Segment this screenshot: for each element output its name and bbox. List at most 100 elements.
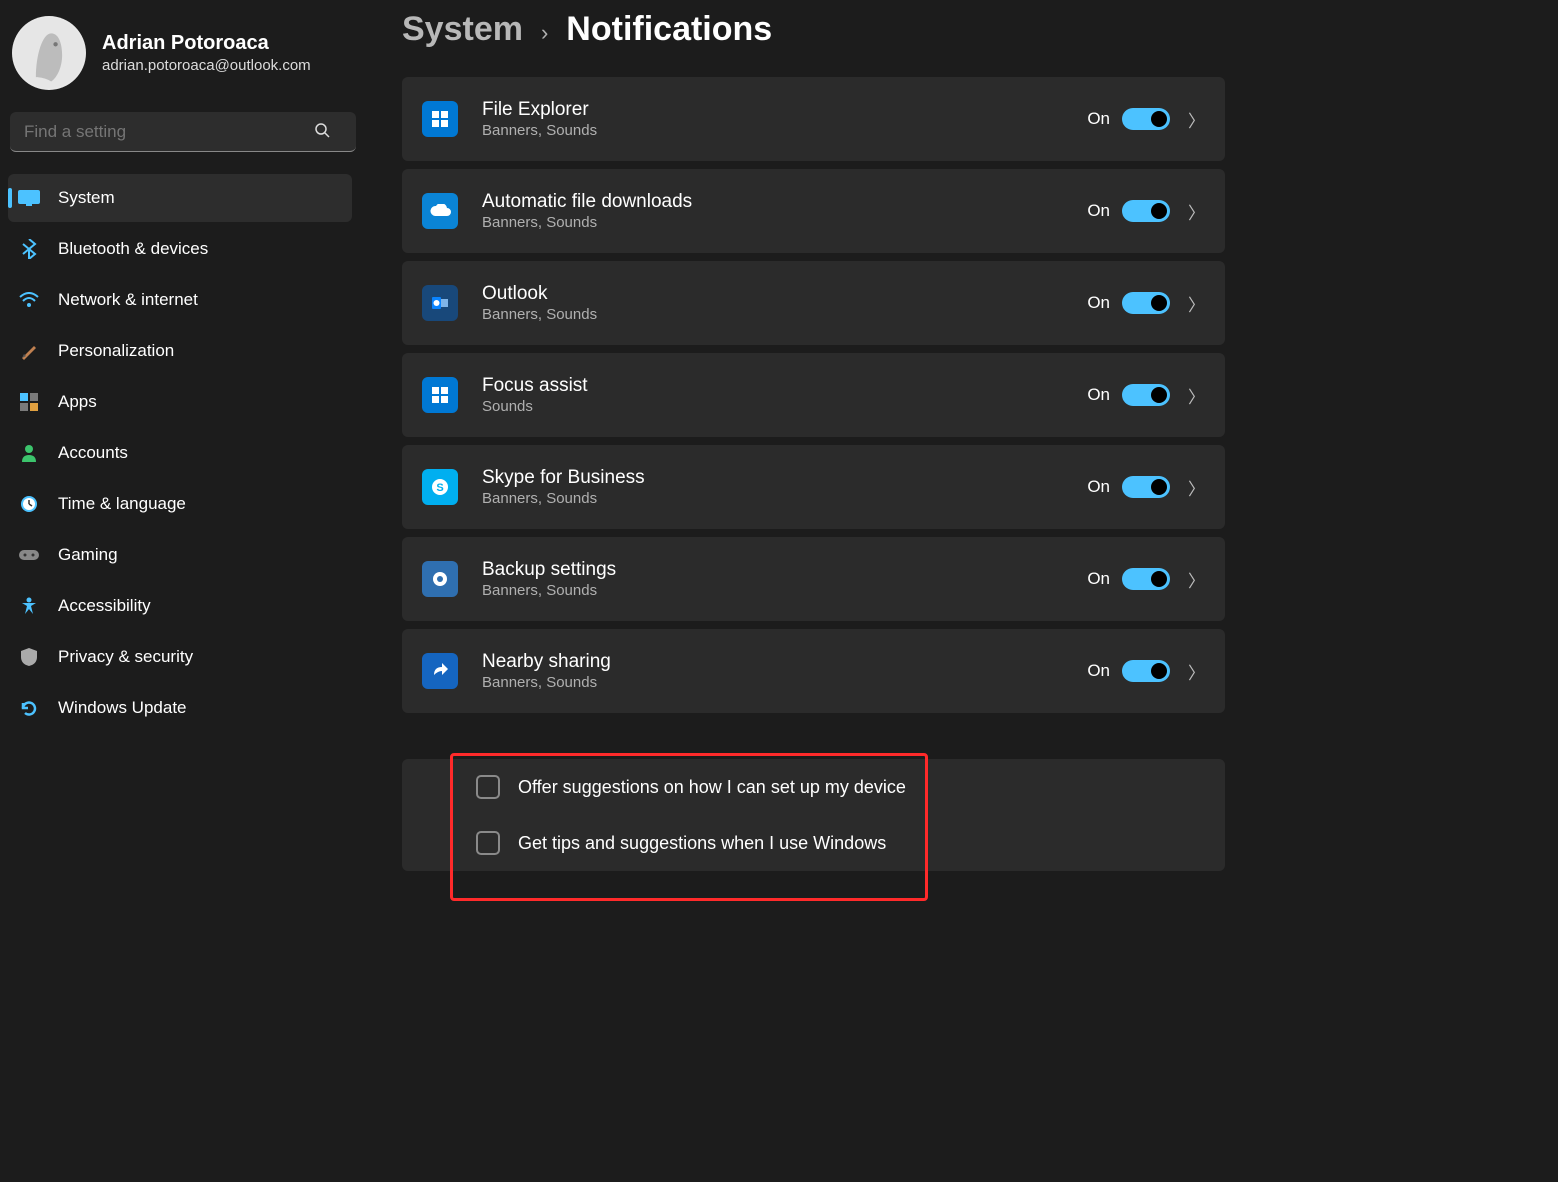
nav-gaming[interactable]: Gaming (8, 531, 352, 579)
search-input[interactable] (10, 112, 356, 152)
app-title: File Explorer (482, 99, 1087, 121)
share-icon (422, 653, 458, 689)
access-icon (18, 595, 40, 617)
file-explorer-icon (422, 101, 458, 137)
toggle-state: On (1087, 569, 1110, 589)
toggle-switch[interactable] (1122, 384, 1170, 406)
toggle-switch[interactable] (1122, 568, 1170, 590)
toggle-state: On (1087, 109, 1110, 129)
cloud-icon (422, 193, 458, 229)
nav-label: Gaming (58, 545, 118, 565)
nav-label: Personalization (58, 341, 174, 361)
app-title: Automatic file downloads (482, 191, 1087, 213)
nav-label: Windows Update (58, 698, 187, 718)
app-row-file-explorer[interactable]: File Explorer Banners, Sounds On 〉 (402, 77, 1225, 161)
nav-update[interactable]: Windows Update (8, 684, 352, 732)
app-title: Backup settings (482, 559, 1087, 581)
nav-time[interactable]: Time & language (8, 480, 352, 528)
toggle-switch[interactable] (1122, 108, 1170, 130)
app-subtitle: Banners, Sounds (482, 122, 1087, 139)
nav-label: Privacy & security (58, 647, 193, 667)
checkbox-row-setup-suggestions[interactable]: Offer suggestions on how I can set up my… (402, 759, 1225, 815)
chevron-right-icon: 〉 (1188, 107, 1205, 132)
bluetooth-icon (18, 238, 40, 260)
clock-icon (18, 493, 40, 515)
gear-icon (422, 561, 458, 597)
toggle-state: On (1087, 385, 1110, 405)
app-title: Nearby sharing (482, 651, 1087, 673)
profile-email: adrian.potoroaca@outlook.com (102, 57, 311, 74)
checkbox-row-tips[interactable]: Get tips and suggestions when I use Wind… (402, 815, 1225, 871)
outlook-icon (422, 285, 458, 321)
chevron-right-icon: › (541, 20, 548, 46)
toggle-switch[interactable] (1122, 292, 1170, 314)
nav: System Bluetooth & devices Network & int… (0, 168, 360, 741)
chevron-right-icon: 〉 (1188, 659, 1205, 684)
nav-accessibility[interactable]: Accessibility (8, 582, 352, 630)
update-icon (18, 697, 40, 719)
chevron-right-icon: 〉 (1188, 567, 1205, 592)
game-icon (18, 544, 40, 566)
nav-network[interactable]: Network & internet (8, 276, 352, 324)
app-row-nearby-sharing[interactable]: Nearby sharing Banners, Sounds On 〉 (402, 629, 1225, 713)
app-row-skype[interactable]: S Skype for Business Banners, Sounds On … (402, 445, 1225, 529)
breadcrumb-current: Notifications (566, 10, 772, 49)
nav-apps[interactable]: Apps (8, 378, 352, 426)
profile-block[interactable]: Adrian Potoroaca adrian.potoroaca@outloo… (0, 10, 360, 108)
app-title: Focus assist (482, 375, 1087, 397)
sidebar: Adrian Potoroaca adrian.potoroaca@outloo… (0, 0, 360, 945)
avatar (12, 16, 86, 90)
avatar-icon (14, 18, 84, 88)
app-subtitle: Banners, Sounds (482, 490, 1087, 507)
search-wrap (0, 108, 360, 168)
nav-label: Bluetooth & devices (58, 239, 208, 259)
toggle-state: On (1087, 201, 1110, 221)
checkbox[interactable] (476, 831, 500, 855)
checkbox[interactable] (476, 775, 500, 799)
focus-assist-icon (422, 377, 458, 413)
toggle-switch[interactable] (1122, 660, 1170, 682)
chevron-right-icon: 〉 (1188, 475, 1205, 500)
nav-label: Apps (58, 392, 97, 412)
nav-accounts[interactable]: Accounts (8, 429, 352, 477)
profile-name: Adrian Potoroaca (102, 32, 311, 55)
chevron-right-icon: 〉 (1188, 291, 1205, 316)
search-icon (314, 122, 330, 142)
app-subtitle: Banners, Sounds (482, 674, 1087, 691)
notification-app-list: File Explorer Banners, Sounds On 〉 Autom… (402, 77, 1225, 713)
app-subtitle: Sounds (482, 398, 1087, 415)
nav-label: Time & language (58, 494, 186, 514)
nav-privacy[interactable]: Privacy & security (8, 633, 352, 681)
breadcrumb-parent[interactable]: System (402, 10, 523, 49)
app-subtitle: Banners, Sounds (482, 214, 1087, 231)
toggle-switch[interactable] (1122, 200, 1170, 222)
app-title: Outlook (482, 283, 1087, 305)
app-title: Skype for Business (482, 467, 1087, 489)
nav-bluetooth[interactable]: Bluetooth & devices (8, 225, 352, 273)
skype-icon: S (422, 469, 458, 505)
nav-system[interactable]: System (8, 174, 352, 222)
toggle-switch[interactable] (1122, 476, 1170, 498)
nav-label: System (58, 188, 115, 208)
svg-text:S: S (436, 482, 443, 494)
nav-personalization[interactable]: Personalization (8, 327, 352, 375)
app-row-auto-downloads[interactable]: Automatic file downloads Banners, Sounds… (402, 169, 1225, 253)
nav-label: Accessibility (58, 596, 151, 616)
chevron-right-icon: 〉 (1188, 383, 1205, 408)
toggle-state: On (1087, 661, 1110, 681)
app-subtitle: Banners, Sounds (482, 582, 1087, 599)
brush-icon (18, 340, 40, 362)
profile-text: Adrian Potoroaca adrian.potoroaca@outloo… (102, 32, 311, 74)
apps-icon (18, 391, 40, 413)
chevron-right-icon: 〉 (1188, 199, 1205, 224)
app-row-backup[interactable]: Backup settings Banners, Sounds On 〉 (402, 537, 1225, 621)
system-icon (18, 187, 40, 209)
app-row-focus-assist[interactable]: Focus assist Sounds On 〉 (402, 353, 1225, 437)
nav-label: Accounts (58, 443, 128, 463)
suggestions-panel: Offer suggestions on how I can set up my… (402, 759, 1225, 871)
app-row-outlook[interactable]: Outlook Banners, Sounds On 〉 (402, 261, 1225, 345)
checkbox-label: Get tips and suggestions when I use Wind… (518, 833, 886, 854)
main: System › Notifications File Explorer Ban… (360, 0, 1255, 945)
checkbox-label: Offer suggestions on how I can set up my… (518, 777, 906, 798)
app-subtitle: Banners, Sounds (482, 306, 1087, 323)
